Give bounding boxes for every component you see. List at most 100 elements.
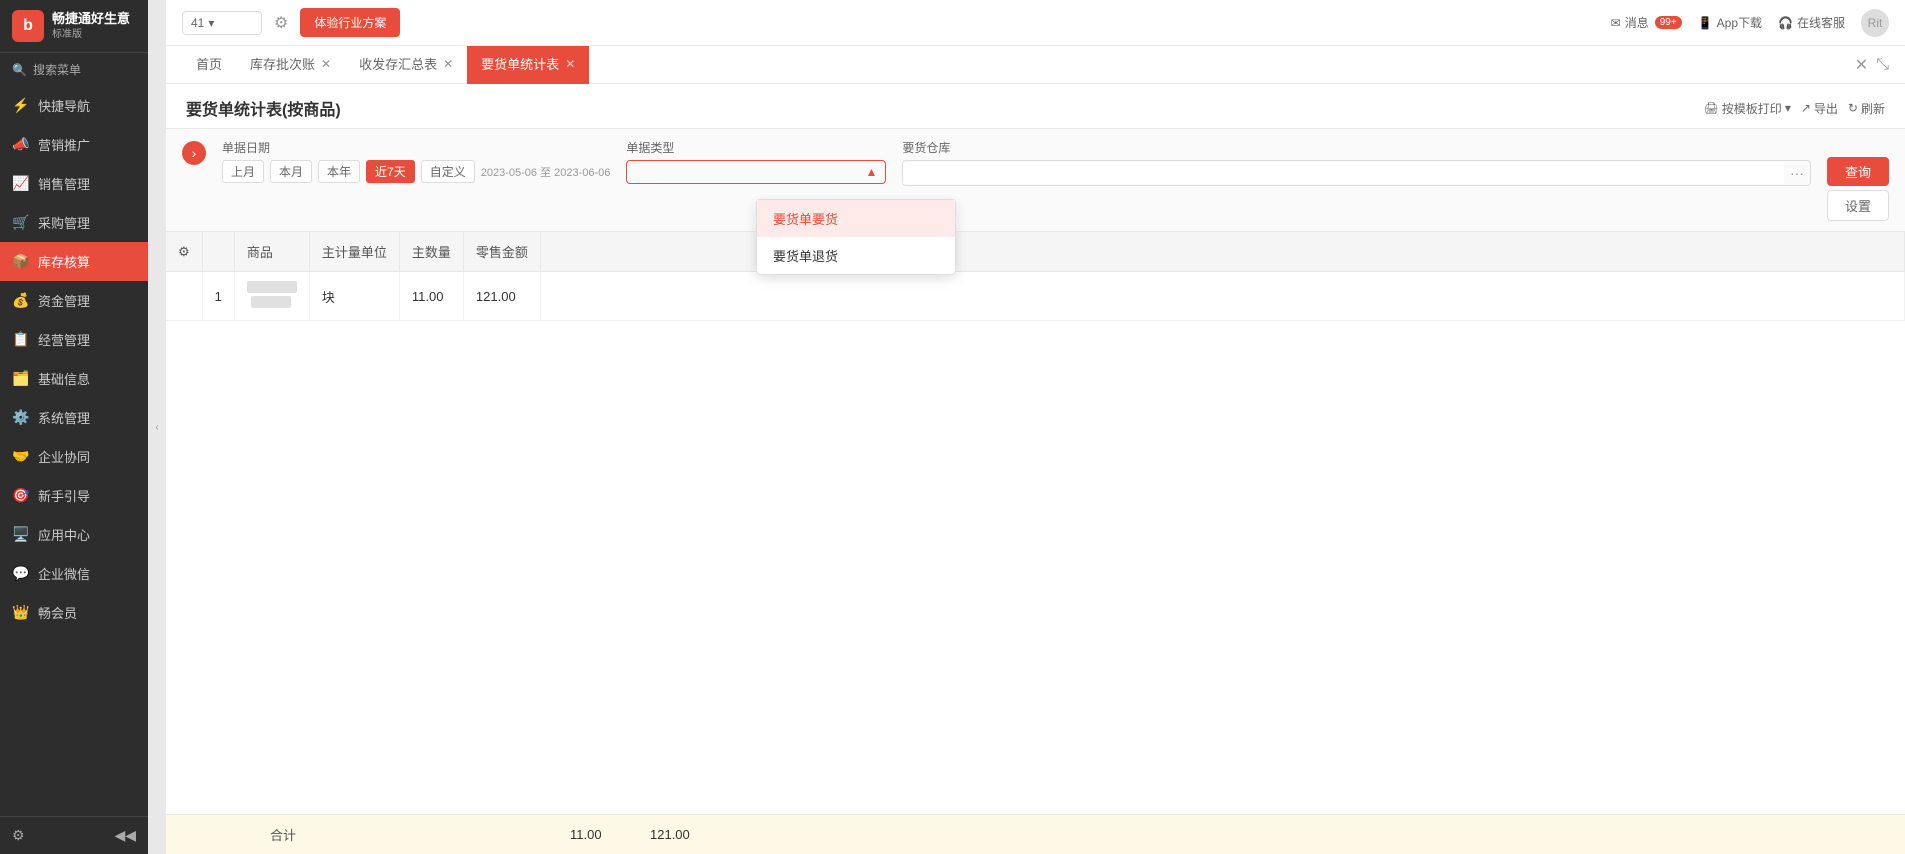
service-icon: 🎧	[1778, 16, 1793, 30]
tab-close-receive-summary[interactable]: ✕	[443, 57, 453, 71]
logo-text: 畅捷通好生意 标准版	[52, 11, 130, 41]
company-select[interactable]: 41 ▾	[182, 11, 262, 35]
filter-toggle-button[interactable]: ›	[182, 141, 206, 165]
basics-icon: 🗂️	[12, 370, 30, 388]
date-btn-7days[interactable]: 近7天	[366, 160, 415, 183]
finance-icon: 💰	[12, 292, 30, 310]
col-qty: 主数量	[399, 232, 463, 272]
app-center-icon: 🖥️	[12, 526, 30, 544]
sidebar-item-app-center[interactable]: 🖥️ 应用中心	[0, 515, 148, 554]
date-btn-this-month[interactable]: 本月	[270, 160, 312, 183]
sidebar-item-marketing[interactable]: 📣 营销推广	[0, 125, 148, 164]
settings-footer-icon[interactable]: ⚙	[12, 827, 25, 844]
message-icon: ✉	[1611, 16, 1621, 30]
date-btn-last-month[interactable]: 上月	[222, 160, 264, 183]
tab-close-inventory-batch[interactable]: ✕	[321, 57, 331, 71]
filter-bar: › 单据日期 上月 本月 本年 近7天 自定义 2023-05-06 至 202…	[166, 128, 1905, 232]
header-settings-icon[interactable]: ⚙	[274, 13, 288, 33]
system-icon: ⚙️	[12, 409, 30, 427]
guide-icon: 🎯	[12, 487, 30, 505]
col-extra	[540, 232, 1904, 272]
filter-settings-button[interactable]: 设置	[1827, 190, 1889, 221]
sidebar-item-system[interactable]: ⚙️ 系统管理	[0, 398, 148, 437]
industry-button[interactable]: 体验行业方案	[300, 8, 400, 37]
table-header-row: ⚙ 商品 主计量单位 主数量 零售金额	[166, 232, 1905, 272]
refresh-icon: ↻	[1848, 101, 1858, 115]
tab-actions-right: ✕ ⤡	[1855, 55, 1889, 75]
sidebar-item-guide[interactable]: 🎯 新手引导	[0, 476, 148, 515]
sidebar-item-purchase[interactable]: 🛒 采购管理	[0, 203, 148, 242]
col-goods: 商品	[234, 232, 309, 272]
dropdown-item-order-goods[interactable]: 要货单要货	[757, 200, 955, 237]
sidebar-collapse-handle[interactable]: ‹	[148, 0, 166, 854]
dropdown-item-order-return[interactable]: 要货单退货	[757, 237, 955, 274]
online-service-button[interactable]: 🎧 在线客服	[1778, 14, 1845, 31]
cell-qty: 11.00	[399, 272, 463, 321]
refresh-button[interactable]: ↻ 刷新	[1848, 100, 1885, 117]
col-amount: 零售金额	[463, 232, 540, 272]
sidebar-item-basics[interactable]: 🗂️ 基础信息	[0, 359, 148, 398]
print-button[interactable]: 🖨 按模板打印 ▾	[1704, 100, 1791, 117]
company-dropdown-icon: ▾	[208, 16, 214, 30]
table-footer: 合计 11.00 121.00	[166, 814, 1905, 854]
cell-goods	[234, 272, 309, 321]
sidebar-item-inventory[interactable]: 📦 库存核算	[0, 242, 148, 281]
goods-placeholder-1	[247, 281, 297, 293]
export-icon: ↗	[1801, 101, 1811, 115]
page-title: 要货单统计表(按商品)	[186, 96, 341, 120]
top-header: 41 ▾ ⚙ 体验行业方案 ✉ 消息 99+ 📱 App下载 🎧 在线客服 Ri…	[166, 0, 1905, 46]
page-header-actions: 🖨 按模板打印 ▾ ↗ 导出 ↻ 刷新	[1704, 100, 1885, 117]
tab-receive-summary[interactable]: 收发存汇总表 ✕	[345, 46, 467, 84]
filter-row: 单据日期 上月 本月 本年 近7天 自定义 2023-05-06 至 2023-…	[222, 139, 1811, 186]
tab-expand-icon[interactable]: ⤡	[1876, 56, 1889, 74]
sidebar-item-sales[interactable]: 📈 销售管理	[0, 164, 148, 203]
filter-type-group: 单据类型 ▲	[626, 139, 886, 184]
footer-total-label: 合计	[258, 825, 458, 844]
export-button[interactable]: ↗ 导出	[1801, 100, 1838, 117]
sidebar-item-finance[interactable]: 💰 资金管理	[0, 281, 148, 320]
search-icon: 🔍	[12, 63, 27, 77]
operations-icon: 📋	[12, 331, 30, 349]
query-button[interactable]: 查询	[1827, 157, 1889, 186]
marketing-icon: 📣	[12, 136, 30, 154]
cell-extra	[540, 272, 1904, 321]
type-label: 单据类型	[626, 139, 886, 156]
date-btn-custom[interactable]: 自定义	[421, 160, 475, 183]
page-content: 要货单统计表(按商品) 🖨 按模板打印 ▾ ↗ 导出 ↻ 刷新 ›	[166, 84, 1905, 854]
tab-close-all-icon[interactable]: ✕	[1855, 55, 1868, 75]
tab-home[interactable]: 首页	[182, 46, 236, 84]
goods-placeholder-2	[251, 296, 291, 308]
sidebar-item-wechat[interactable]: 💬 企业微信	[0, 554, 148, 593]
table-wrap: ⚙ 商品 主计量单位 主数量 零售金额 1	[166, 232, 1905, 814]
filter-type-input-row: ▲	[626, 160, 886, 184]
type-input[interactable]	[627, 161, 857, 183]
main-area: 41 ▾ ⚙ 体验行业方案 ✉ 消息 99+ 📱 App下载 🎧 在线客服 Ri…	[166, 0, 1905, 854]
type-dropdown-toggle[interactable]: ▲	[858, 161, 886, 183]
footer-qty-total: 11.00	[558, 827, 638, 842]
member-icon: 👑	[12, 604, 30, 622]
app-download-button[interactable]: 📱 App下载	[1698, 14, 1762, 31]
date-btn-this-year[interactable]: 本年	[318, 160, 360, 183]
footer-amount-total: 121.00	[638, 827, 718, 842]
print-icon: 🖨	[1704, 101, 1719, 115]
warehouse-more-icon[interactable]: ···	[1784, 161, 1810, 185]
data-table: ⚙ 商品 主计量单位 主数量 零售金额 1	[166, 232, 1905, 321]
filter-warehouse-group: 要货仓库 ···	[902, 139, 1811, 186]
tab-bar: 首页 库存批次账 ✕ 收发存汇总表 ✕ 要货单统计表 ✕ ✕ ⤡	[166, 46, 1905, 84]
warehouse-input[interactable]	[903, 162, 1784, 184]
tab-close-order-summary[interactable]: ✕	[565, 57, 575, 71]
warehouse-input-row: ···	[902, 160, 1811, 186]
message-button[interactable]: ✉ 消息 99+	[1611, 14, 1682, 31]
tab-order-summary[interactable]: 要货单统计表 ✕	[467, 46, 589, 84]
sidebar-item-quick-nav[interactable]: ⚡ 快捷导航	[0, 86, 148, 125]
sidebar-item-member[interactable]: 👑 畅会员	[0, 593, 148, 632]
sidebar-search[interactable]: 🔍 搜索菜单	[0, 53, 148, 86]
filter-actions: 查询 设置	[1827, 157, 1889, 221]
sidebar-item-operations[interactable]: 📋 经营管理	[0, 320, 148, 359]
col-settings[interactable]: ⚙	[166, 232, 202, 272]
sidebar-item-corp[interactable]: 🤝 企业协同	[0, 437, 148, 476]
cell-index: 1	[202, 272, 234, 321]
collapse-footer-icon[interactable]: ◀◀	[114, 827, 136, 844]
user-avatar[interactable]: Rit	[1861, 9, 1889, 37]
tab-inventory-batch[interactable]: 库存批次账 ✕	[236, 46, 345, 84]
